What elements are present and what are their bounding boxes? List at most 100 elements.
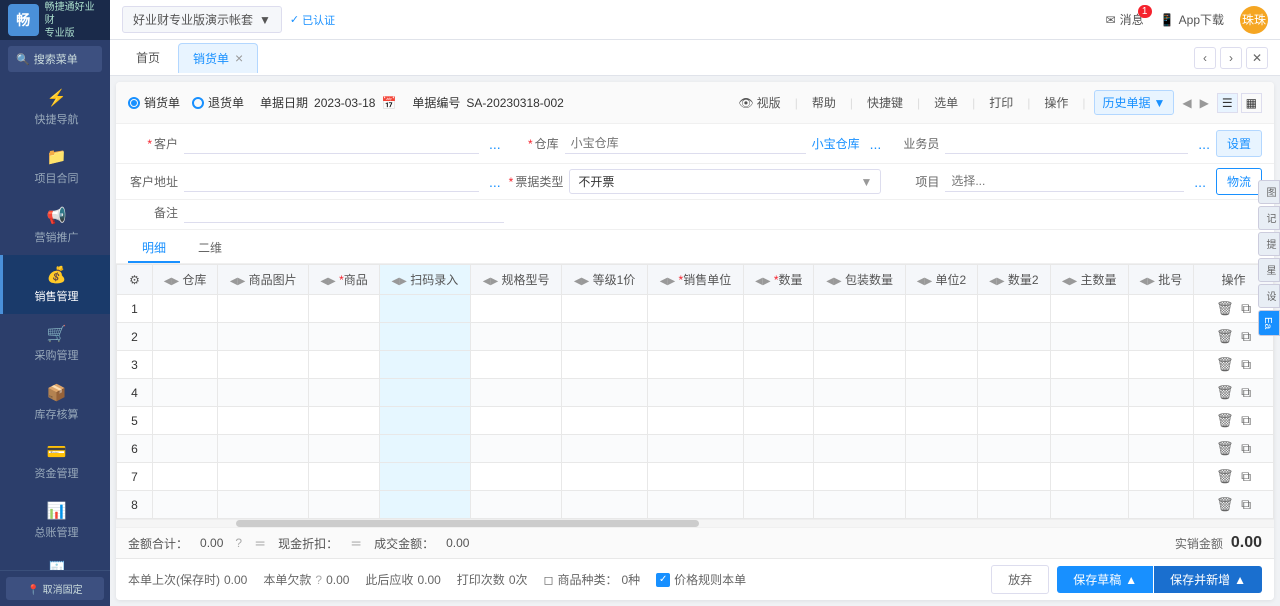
row-qty-8[interactable]	[744, 491, 814, 519]
quick-btn-chart[interactable]: 图	[1258, 180, 1280, 204]
add-logistics-button[interactable]: 物流	[1216, 168, 1262, 195]
row-unit-8[interactable]	[647, 491, 743, 519]
row-price1-3[interactable]	[562, 351, 648, 379]
row-unit-5[interactable]	[647, 407, 743, 435]
row-unit2-3[interactable]	[905, 351, 977, 379]
row-warehouse-8[interactable]	[153, 491, 218, 519]
row-pkgqty-4[interactable]	[814, 379, 905, 407]
row-goods-3[interactable]	[309, 351, 379, 379]
note-input[interactable]	[184, 202, 504, 223]
row-img-3[interactable]	[218, 351, 309, 379]
row-img-1[interactable]	[218, 295, 309, 323]
col-settings-header[interactable]: ⚙	[117, 265, 153, 295]
row-unit-3[interactable]	[647, 351, 743, 379]
save-new-button[interactable]: 保存并新增 ▲	[1154, 566, 1262, 593]
row-copy-icon-6[interactable]: ⧉	[1239, 440, 1253, 456]
sidebar-item-quick-nav[interactable]: ⚡ 快捷导航	[0, 78, 110, 137]
row-qty-7[interactable]	[744, 463, 814, 491]
row-img-6[interactable]	[218, 435, 309, 463]
row-qty2-8[interactable]	[978, 491, 1050, 519]
row-spec-1[interactable]	[471, 295, 562, 323]
sidebar-item-marketing[interactable]: 📢 营销推广	[0, 196, 110, 255]
row-delete-icon-4[interactable]: 🗑	[1214, 384, 1236, 400]
row-price1-6[interactable]	[562, 435, 648, 463]
col-barcode-header[interactable]: ◀▶ 扫码录入	[379, 265, 470, 295]
row-price1-7[interactable]	[562, 463, 648, 491]
shortcut-button[interactable]: 快捷键	[861, 92, 909, 113]
row-unit-4[interactable]	[647, 379, 743, 407]
save-draft-button[interactable]: 保存草稿 ▲	[1057, 566, 1153, 593]
tab-sales-order[interactable]: 销货单 ×	[178, 43, 258, 73]
row-qty2-6[interactable]	[978, 435, 1050, 463]
tab-close-button[interactable]: ✕	[1246, 47, 1268, 69]
sidebar-item-project[interactable]: 📁 项目合同	[0, 137, 110, 196]
row-copy-icon-4[interactable]: ⧉	[1239, 384, 1253, 400]
customer-input[interactable]	[184, 133, 479, 154]
sidebar-item-inventory[interactable]: 📦 库存核算	[0, 373, 110, 432]
row-batch-8[interactable]	[1128, 491, 1193, 519]
setup-button[interactable]: 设置	[1216, 130, 1262, 157]
row-delete-icon-7[interactable]: 🗑	[1214, 468, 1236, 484]
row-unit-1[interactable]	[647, 295, 743, 323]
row-warehouse-4[interactable]	[153, 379, 218, 407]
row-img-5[interactable]	[218, 407, 309, 435]
row-copy-icon-2[interactable]: ⧉	[1239, 328, 1253, 344]
row-unit-6[interactable]	[647, 435, 743, 463]
tab-home[interactable]: 首页	[122, 43, 174, 72]
row-mainqty-5[interactable]	[1050, 407, 1128, 435]
col-qty-header[interactable]: ◀▶ *数量	[744, 265, 814, 295]
row-barcode-4[interactable]	[379, 379, 470, 407]
quick-btn-settings[interactable]: 设	[1258, 284, 1280, 308]
messages-button[interactable]: ✉ 1 消息	[1106, 11, 1144, 28]
app-download-button[interactable]: 📱 App下载	[1160, 11, 1224, 28]
row-mainqty-2[interactable]	[1050, 323, 1128, 351]
row-img-8[interactable]	[218, 491, 309, 519]
row-qty-5[interactable]	[744, 407, 814, 435]
select-single-button[interactable]: 选单	[928, 92, 964, 113]
row-unit2-6[interactable]	[905, 435, 977, 463]
tab-dimension[interactable]: 二维	[184, 234, 236, 263]
row-warehouse-2[interactable]	[153, 323, 218, 351]
row-delete-icon-3[interactable]: 🗑	[1214, 356, 1236, 372]
row-copy-icon-7[interactable]: ⧉	[1239, 468, 1253, 484]
row-warehouse-5[interactable]	[153, 407, 218, 435]
user-avatar[interactable]: 珠珠	[1240, 6, 1268, 34]
row-unit2-2[interactable]	[905, 323, 977, 351]
row-pkgqty-5[interactable]	[814, 407, 905, 435]
sidebar-item-sales[interactable]: 💰 销售管理	[0, 255, 110, 314]
row-delete-icon-2[interactable]: 🗑	[1214, 328, 1236, 344]
row-mainqty-4[interactable]	[1050, 379, 1128, 407]
quick-btn-star[interactable]: 星	[1258, 258, 1280, 282]
sidebar-item-invoice[interactable]: 🧾 发票管理	[0, 550, 110, 570]
row-barcode-3[interactable]	[379, 351, 470, 379]
row-price1-1[interactable]	[562, 295, 648, 323]
row-spec-2[interactable]	[471, 323, 562, 351]
scrollbar-thumb[interactable]	[236, 520, 699, 527]
row-warehouse-3[interactable]	[153, 351, 218, 379]
row-price1-8[interactable]	[562, 491, 648, 519]
row-barcode-5[interactable]	[379, 407, 470, 435]
row-goods-7[interactable]	[309, 463, 379, 491]
row-qty2-5[interactable]	[978, 407, 1050, 435]
col-price1-header[interactable]: ◀▶ 等级1价	[562, 265, 648, 295]
tab-close-icon[interactable]: ×	[235, 50, 243, 66]
row-mainqty-6[interactable]	[1050, 435, 1128, 463]
row-pkgqty-3[interactable]	[814, 351, 905, 379]
warehouse-input[interactable]	[565, 133, 806, 154]
invoice-select[interactable]: 不开票 ▼	[569, 169, 881, 194]
price-rule-checkbox[interactable]: 价格规则本单	[656, 571, 746, 588]
calendar-icon[interactable]: 📅	[381, 96, 396, 110]
row-barcode-8[interactable]	[379, 491, 470, 519]
col-goods-header[interactable]: ◀▶ *商品	[309, 265, 379, 295]
row-spec-7[interactable]	[471, 463, 562, 491]
horizontal-scrollbar[interactable]	[116, 519, 1274, 527]
row-price1-4[interactable]	[562, 379, 648, 407]
row-unit2-5[interactable]	[905, 407, 977, 435]
row-qty-2[interactable]	[744, 323, 814, 351]
quick-btn-notify[interactable]: 提	[1258, 232, 1280, 256]
row-spec-8[interactable]	[471, 491, 562, 519]
salesperson-input[interactable]	[945, 133, 1188, 154]
row-spec-3[interactable]	[471, 351, 562, 379]
search-menu-button[interactable]: 🔍 搜索菜单	[8, 46, 102, 72]
row-batch-1[interactable]	[1128, 295, 1193, 323]
